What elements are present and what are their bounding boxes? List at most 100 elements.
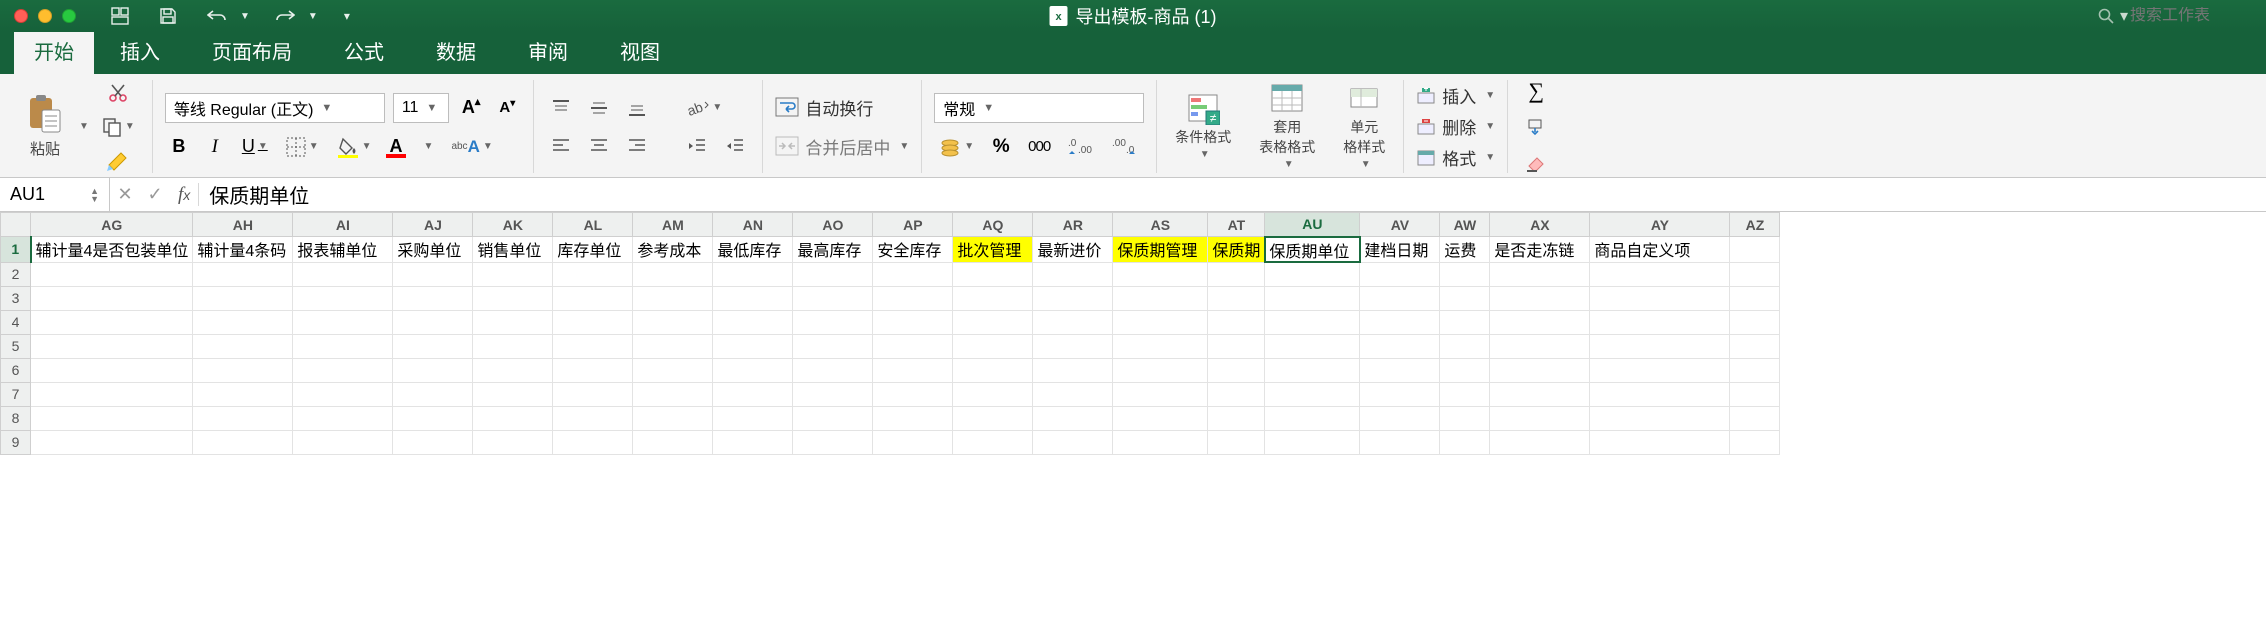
font-name-select[interactable]: 等线 Regular (正文)▼ [165, 93, 385, 123]
orientation-icon[interactable]: ab▼ [682, 94, 727, 122]
autosum-icon[interactable]: ∑ [1520, 77, 1552, 105]
cell[interactable] [31, 430, 193, 454]
cell[interactable] [1113, 430, 1208, 454]
row-header[interactable]: 2 [1, 262, 31, 286]
cell[interactable] [473, 406, 553, 430]
tab-insert[interactable]: 插入 [100, 27, 180, 74]
cell[interactable] [1360, 262, 1440, 286]
cell[interactable] [1730, 262, 1780, 286]
cell[interactable] [193, 286, 293, 310]
cell[interactable] [1113, 382, 1208, 406]
cell[interactable]: 辅计量4条码 [193, 237, 293, 263]
cell[interactable] [1360, 310, 1440, 334]
cell[interactable] [553, 358, 633, 382]
cell[interactable] [293, 310, 393, 334]
cell[interactable] [393, 358, 473, 382]
cell[interactable]: 销售单位 [473, 237, 553, 263]
cell[interactable] [633, 406, 713, 430]
format-cells-button[interactable]: 格式▼ [1416, 145, 1495, 170]
undo-icon[interactable] [202, 2, 232, 30]
cell[interactable] [953, 262, 1033, 286]
cell[interactable] [1208, 358, 1265, 382]
cell[interactable] [953, 382, 1033, 406]
cell[interactable] [1490, 286, 1590, 310]
cell[interactable] [293, 430, 393, 454]
align-left-icon[interactable] [546, 132, 576, 160]
row-header[interactable]: 8 [1, 406, 31, 430]
cell[interactable] [953, 430, 1033, 454]
currency-icon[interactable]: ▼ [934, 133, 979, 161]
cell[interactable] [1730, 334, 1780, 358]
cell[interactable] [713, 310, 793, 334]
cell[interactable] [1265, 430, 1360, 454]
cell[interactable] [793, 286, 873, 310]
tab-data[interactable]: 数据 [416, 27, 496, 74]
column-header[interactable]: AT [1208, 213, 1265, 237]
cell[interactable] [873, 262, 953, 286]
cell[interactable] [713, 286, 793, 310]
cell[interactable] [713, 430, 793, 454]
home-view-icon[interactable] [106, 2, 134, 30]
wrap-text-button[interactable]: 自动换行 [775, 95, 909, 120]
cell[interactable] [1360, 430, 1440, 454]
italic-button[interactable]: I [201, 133, 229, 161]
paste-dropdown-icon[interactable]: ▼ [79, 121, 89, 132]
cell[interactable] [633, 286, 713, 310]
cell[interactable] [1113, 334, 1208, 358]
column-header[interactable]: AL [553, 213, 633, 237]
cell[interactable]: 最低库存 [713, 237, 793, 263]
qat-customize-icon[interactable]: ▾ [344, 9, 350, 23]
merge-center-button[interactable]: 合并后居中▼ [775, 134, 909, 159]
cell[interactable] [1265, 358, 1360, 382]
cell[interactable] [393, 430, 473, 454]
cell[interactable]: 保质期管理 [1113, 237, 1208, 263]
cell[interactable] [193, 262, 293, 286]
confirm-icon[interactable]: ✓ [140, 184, 170, 205]
column-header[interactable]: AI [293, 213, 393, 237]
save-icon[interactable] [154, 2, 182, 30]
cell[interactable] [953, 358, 1033, 382]
cell[interactable] [793, 334, 873, 358]
row-header[interactable]: 7 [1, 382, 31, 406]
column-header[interactable]: AR [1033, 213, 1113, 237]
cell[interactable] [473, 286, 553, 310]
cell-styles-button[interactable]: 单元 格样式▼ [1337, 83, 1391, 170]
cell[interactable] [31, 406, 193, 430]
row-header[interactable]: 9 [1, 430, 31, 454]
cell[interactable] [633, 382, 713, 406]
cell[interactable] [1730, 382, 1780, 406]
cell[interactable] [1730, 286, 1780, 310]
cell[interactable] [1208, 334, 1265, 358]
cell[interactable] [193, 430, 293, 454]
cell[interactable] [873, 382, 953, 406]
cell[interactable] [1730, 358, 1780, 382]
cell[interactable] [1360, 286, 1440, 310]
cell[interactable] [953, 286, 1033, 310]
cell[interactable] [553, 382, 633, 406]
cell[interactable] [1033, 358, 1113, 382]
cell[interactable] [193, 310, 293, 334]
cell[interactable] [31, 382, 193, 406]
column-header[interactable]: AU [1265, 213, 1360, 237]
redo-icon[interactable] [270, 2, 300, 30]
cell[interactable] [31, 310, 193, 334]
cell[interactable] [1590, 358, 1730, 382]
cell[interactable] [793, 430, 873, 454]
font-size-select[interactable]: 11▼ [393, 93, 449, 123]
cell[interactable] [793, 262, 873, 286]
cell[interactable] [873, 310, 953, 334]
cell[interactable] [873, 430, 953, 454]
cell[interactable] [1440, 262, 1490, 286]
cell[interactable] [633, 310, 713, 334]
cell[interactable]: 采购单位 [393, 237, 473, 263]
font-color-button[interactable]: A▼ [385, 133, 439, 161]
column-header[interactable]: AG [31, 213, 193, 237]
cell[interactable] [1440, 430, 1490, 454]
cell[interactable]: 最高库存 [793, 237, 873, 263]
cell[interactable] [1730, 406, 1780, 430]
cell[interactable] [873, 358, 953, 382]
delete-cells-button[interactable]: 删除▼ [1416, 114, 1495, 139]
cell[interactable] [393, 334, 473, 358]
row-header[interactable]: 1 [1, 237, 31, 263]
column-header[interactable]: AP [873, 213, 953, 237]
